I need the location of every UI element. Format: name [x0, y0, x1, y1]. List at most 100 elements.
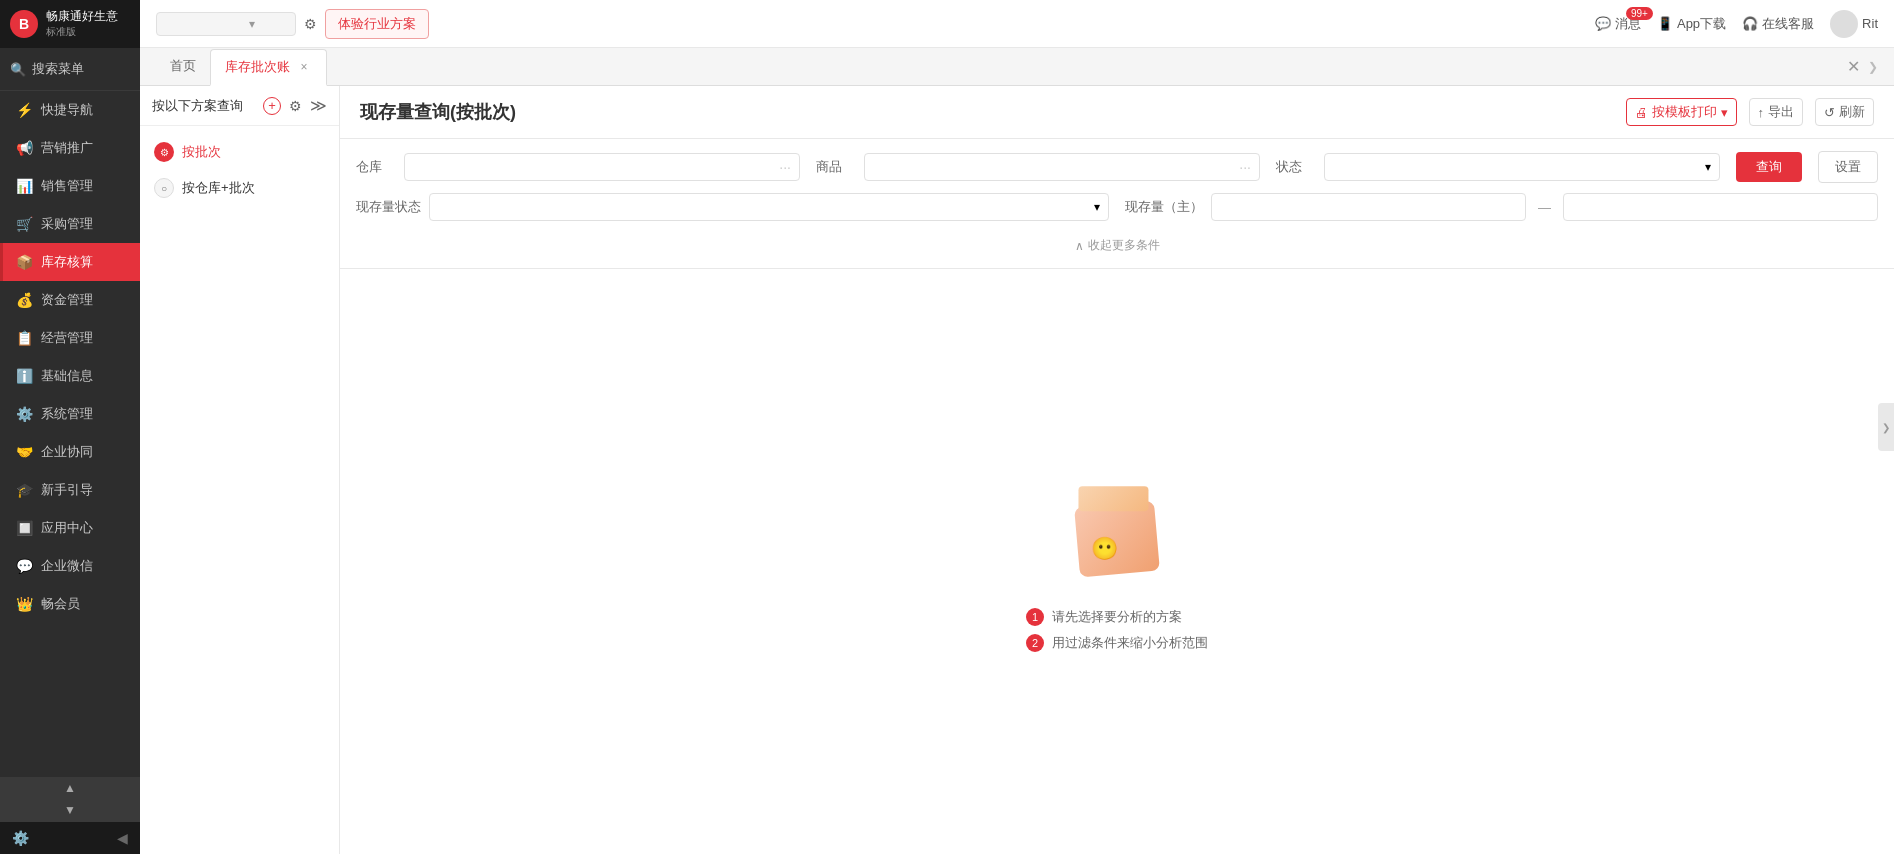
- sidebar-item-label: 经营管理: [41, 329, 93, 347]
- member-icon: 👑: [15, 595, 33, 613]
- sidebar-scroll-down[interactable]: ▼: [0, 799, 140, 821]
- stock-status-condition: 现存量状态 ▾: [356, 193, 1109, 221]
- product-label: 商品: [816, 158, 856, 176]
- sidebar-item-label: 企业微信: [41, 557, 93, 575]
- stock-status-label: 现存量状态: [356, 198, 421, 216]
- sidebar-item-label: 快捷导航: [41, 101, 93, 119]
- inventory-icon: 📦: [15, 253, 33, 271]
- online-service-button[interactable]: 🎧 在线客服: [1742, 15, 1814, 33]
- close-icon: ✕: [1847, 57, 1860, 76]
- sidebar-item-basic[interactable]: ℹ️ 基础信息: [0, 357, 140, 395]
- online-service-icon: 🎧: [1742, 16, 1758, 31]
- app-download-button[interactable]: 📱 App下载: [1657, 15, 1726, 33]
- sidebar-item-member[interactable]: 👑 畅会员: [0, 585, 140, 623]
- panel-close-button[interactable]: ✕ ❯: [1847, 57, 1878, 76]
- sidebar-search-area[interactable]: 🔍 搜索菜单: [0, 48, 140, 91]
- filter-collapse-icon[interactable]: ≫: [310, 96, 327, 115]
- conditions-row-2: 现存量状态 ▾ 现存量（主） —: [356, 193, 1878, 221]
- query-button[interactable]: 查询: [1736, 152, 1802, 182]
- tab-close-icon[interactable]: ×: [296, 59, 312, 75]
- collapse-sidebar-button[interactable]: ◀: [117, 830, 128, 846]
- query-header-actions: 🖨 按模板打印 ▾ ↑ 导出 ↺ 刷新: [1626, 98, 1875, 126]
- sidebar-item-finance[interactable]: 💰 资金管理: [0, 281, 140, 319]
- experience-btn[interactable]: 体验行业方案: [325, 9, 429, 39]
- filter-panel-title: 按以下方案查询: [152, 97, 243, 115]
- hint-text-2: 用过滤条件来缩小分析范围: [1052, 634, 1208, 652]
- message-icon: 💬: [1595, 16, 1611, 31]
- stock-qty-to[interactable]: [1563, 193, 1878, 221]
- stock-qty-label: 现存量（主）: [1125, 198, 1203, 216]
- warehouse-dots-icon[interactable]: ···: [779, 159, 791, 175]
- refresh-label: 刷新: [1839, 103, 1865, 121]
- refresh-icon: ↺: [1824, 105, 1835, 120]
- chevron-down-icon: ▼: [64, 803, 76, 817]
- topbar-settings-icon[interactable]: ⚙: [304, 16, 317, 32]
- sidebar-item-guide[interactable]: 🎓 新手引导: [0, 471, 140, 509]
- stock-status-select[interactable]: ▾: [429, 193, 1109, 221]
- tab-inventory-batch[interactable]: 库存批次账 ×: [210, 49, 327, 86]
- sales-icon: 📊: [15, 177, 33, 195]
- sidebar-item-apps[interactable]: 🔲 应用中心: [0, 509, 140, 547]
- right-panel-chevron-icon: ❯: [1882, 422, 1890, 433]
- filter-settings-icon[interactable]: ⚙: [289, 98, 302, 114]
- topbar-actions: 💬 消息 99+ 📱 App下载 🎧 在线客服 Rit: [1595, 10, 1878, 38]
- empty-hint-1: 1 请先选择要分析的方案: [1026, 608, 1208, 626]
- warehouse-label: 仓库: [356, 158, 396, 176]
- sidebar-item-purchase[interactable]: 🛒 采购管理: [0, 205, 140, 243]
- tab-home[interactable]: 首页: [156, 49, 210, 85]
- sidebar-item-cooperation[interactable]: 🤝 企业协同: [0, 433, 140, 471]
- topbar-search-area[interactable]: ▾: [156, 12, 296, 36]
- sidebar-item-label: 新手引导: [41, 481, 93, 499]
- collapse-label: 收起更多条件: [1088, 237, 1160, 254]
- sidebar-item-label: 畅会员: [41, 595, 80, 613]
- filter-add-button[interactable]: +: [263, 97, 281, 115]
- settings-button[interactable]: 设置: [1818, 151, 1878, 183]
- print-icon: 🖨: [1635, 105, 1648, 120]
- sidebar-item-system[interactable]: ⚙️ 系统管理: [0, 395, 140, 433]
- sidebar-item-wechat[interactable]: 💬 企业微信: [0, 547, 140, 585]
- export-button[interactable]: ↑ 导出: [1749, 98, 1804, 126]
- status-label: 状态: [1276, 158, 1316, 176]
- right-panel-toggle[interactable]: ❯: [1878, 403, 1894, 451]
- sidebar-subtitle: 标准版: [46, 25, 118, 39]
- sidebar-scroll-up[interactable]: ▲: [0, 777, 140, 799]
- stock-qty-from[interactable]: [1211, 193, 1526, 221]
- topbar-chevron-icon: ▾: [249, 17, 255, 31]
- user-name: Rit: [1862, 16, 1878, 31]
- sidebar-brand: 畅康通好生意 标准版: [46, 9, 118, 39]
- product-dots-icon[interactable]: ···: [1239, 159, 1251, 175]
- sidebar-item-marketing[interactable]: 📢 营销推广: [0, 129, 140, 167]
- warehouse-input[interactable]: ···: [404, 153, 800, 181]
- chevron-right-icon: ❯: [1868, 60, 1878, 74]
- sidebar-item-label: 采购管理: [41, 215, 93, 233]
- filter-warehouse-batch-label: 按仓库+批次: [182, 179, 255, 197]
- topbar-search-input[interactable]: [165, 17, 245, 31]
- sidebar-item-quick-nav[interactable]: ⚡ 快捷导航: [0, 91, 140, 129]
- search-menu-button[interactable]: 🔍 搜索菜单: [10, 56, 130, 82]
- sidebar-item-inventory[interactable]: 📦 库存核算: [0, 243, 140, 281]
- sidebar-item-sales[interactable]: 📊 销售管理: [0, 167, 140, 205]
- filter-item-batch[interactable]: ⚙ 按批次: [140, 134, 339, 170]
- query-header: 现存量查询(按批次) 🖨 按模板打印 ▾ ↑ 导出 ↺ 刷新: [340, 86, 1894, 139]
- empty-hints: 1 请先选择要分析的方案 2 用过滤条件来缩小分析范围: [1026, 608, 1208, 660]
- topbar-left: ▾ ⚙ 体验行业方案: [156, 9, 1583, 39]
- refresh-button[interactable]: ↺ 刷新: [1815, 98, 1874, 126]
- collapse-conditions-button[interactable]: ∧ 收起更多条件: [356, 231, 1878, 256]
- tab-home-label: 首页: [170, 57, 196, 75]
- settings-button[interactable]: ⚙️: [12, 830, 29, 846]
- filter-panel-header: 按以下方案查询 + ⚙ ≫: [140, 86, 339, 126]
- status-select[interactable]: ▾: [1324, 153, 1720, 181]
- product-input[interactable]: ···: [864, 153, 1260, 181]
- sidebar-logo: B: [10, 10, 38, 38]
- filter-item-warehouse-batch[interactable]: ○ 按仓库+批次: [140, 170, 339, 206]
- messages-button[interactable]: 💬 消息 99+: [1595, 15, 1641, 33]
- user-profile-button[interactable]: Rit: [1830, 10, 1878, 38]
- status-condition: 状态 ▾: [1276, 153, 1720, 181]
- conditions-row-1: 仓库 ··· 商品 ··· 状态: [356, 151, 1878, 183]
- hint-number-1: 1: [1026, 608, 1044, 626]
- sidebar-item-label: 系统管理: [41, 405, 93, 423]
- sidebar-item-business[interactable]: 📋 经营管理: [0, 319, 140, 357]
- product-condition: 商品 ···: [816, 153, 1260, 181]
- print-button[interactable]: 🖨 按模板打印 ▾: [1626, 98, 1737, 126]
- messages-badge: 99+: [1626, 7, 1653, 20]
